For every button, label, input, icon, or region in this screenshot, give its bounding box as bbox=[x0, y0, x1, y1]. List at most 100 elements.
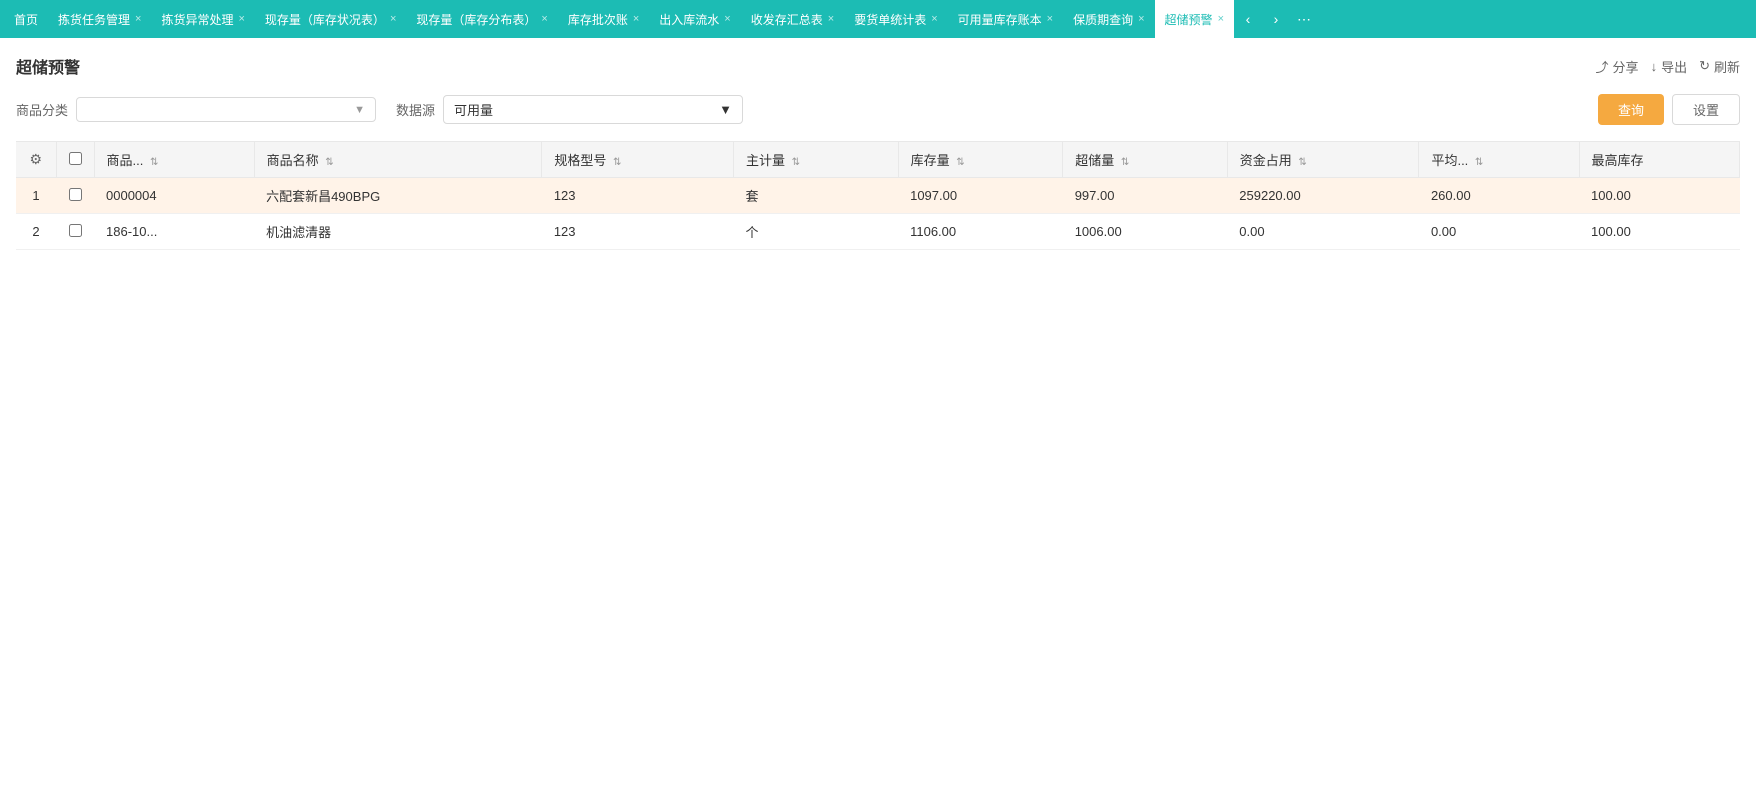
col-spec-label: 规格型号 bbox=[554, 153, 606, 168]
page-header: 超储预警 ⤴ 分享 ↓ 导出 ↻ 刷新 bbox=[16, 54, 1740, 78]
close-tab-overstock[interactable]: × bbox=[1218, 13, 1224, 25]
header-actions: ⤴ 分享 ↓ 导出 ↻ 刷新 bbox=[1596, 57, 1740, 76]
close-tab-stock-status[interactable]: × bbox=[390, 13, 396, 25]
row-checkbox-cell bbox=[56, 214, 94, 250]
datasource-select-value: 可用量 bbox=[454, 100, 493, 119]
sort-overstock: ⇅ bbox=[1121, 157, 1129, 168]
col-max-stock: 最高库存 bbox=[1579, 142, 1739, 178]
close-tab-quality[interactable]: × bbox=[1138, 13, 1144, 25]
row-checkbox-cell bbox=[56, 178, 94, 214]
tab-task[interactable]: 拣货任务管理 × bbox=[48, 0, 151, 38]
tab-avail[interactable]: 可用量库存账本 × bbox=[948, 0, 1063, 38]
col-unit-label: 主计量 bbox=[746, 153, 785, 168]
close-tab-avail[interactable]: × bbox=[1047, 13, 1053, 25]
share-button[interactable]: ⤴ 分享 bbox=[1596, 57, 1639, 76]
sort-unit: ⇅ bbox=[792, 157, 800, 168]
cell-stock: 1106.00 bbox=[898, 214, 1063, 250]
cell-product-name: 机油滤清器 bbox=[254, 214, 542, 250]
page-content: 超储预警 ⤴ 分享 ↓ 导出 ↻ 刷新 商品分类 ▼ 数据源 bbox=[0, 38, 1756, 800]
table-header-row: ⚙ 商品... ⇅ 商品名称 ⇅ 规格型号 ⇅ 主计量 bbox=[16, 142, 1740, 178]
tab-stock-status[interactable]: 现存量（库存状况表） × bbox=[255, 0, 406, 38]
cell-spec: 123 bbox=[542, 214, 734, 250]
sort-spec: ⇅ bbox=[613, 157, 621, 168]
cell-avg: 260.00 bbox=[1419, 178, 1579, 214]
cell-capital: 0.00 bbox=[1227, 214, 1419, 250]
close-tab-stock-dist[interactable]: × bbox=[541, 13, 547, 25]
datasource-dropdown-arrow: ▼ bbox=[719, 102, 732, 117]
close-tab-batch[interactable]: × bbox=[633, 13, 639, 25]
col-checkbox bbox=[56, 142, 94, 178]
sort-capital: ⇅ bbox=[1298, 157, 1306, 168]
col-capital-label: 资金占用 bbox=[1240, 153, 1292, 168]
gear-icon[interactable]: ⚙ bbox=[29, 151, 42, 167]
close-tab-inout[interactable]: × bbox=[724, 13, 730, 25]
cell-overstock: 1006.00 bbox=[1063, 214, 1228, 250]
tab-overstock[interactable]: 超储预警 × bbox=[1155, 0, 1234, 38]
sort-stock: ⇅ bbox=[956, 157, 964, 168]
settings-button[interactable]: 设置 bbox=[1672, 94, 1740, 125]
cell-max-stock: 100.00 bbox=[1579, 214, 1739, 250]
col-product-code-label: 商品... bbox=[107, 153, 144, 168]
data-table: ⚙ 商品... ⇅ 商品名称 ⇅ 规格型号 ⇅ 主计量 bbox=[16, 141, 1740, 250]
category-select[interactable]: ▼ bbox=[76, 97, 376, 122]
sort-product-name: ⇅ bbox=[325, 157, 333, 168]
cell-spec: 123 bbox=[542, 178, 734, 214]
close-tab-collect[interactable]: × bbox=[828, 13, 834, 25]
refresh-button[interactable]: ↻ 刷新 bbox=[1699, 57, 1740, 76]
select-all-checkbox[interactable] bbox=[69, 152, 82, 165]
export-button[interactable]: ↓ 导出 bbox=[1651, 57, 1688, 76]
cell-stock: 1097.00 bbox=[898, 178, 1063, 214]
tab-home[interactable]: 首页 bbox=[4, 0, 48, 38]
col-product-name-label: 商品名称 bbox=[267, 153, 319, 168]
table-row: 1 0000004 六配套新昌490BPG 123 套 1097.00 997.… bbox=[16, 178, 1740, 214]
tab-batch[interactable]: 库存批次账 × bbox=[558, 0, 649, 38]
share-icon: ⤴ bbox=[1596, 57, 1609, 76]
nav-next-arrow[interactable]: › bbox=[1262, 0, 1290, 38]
category-label: 商品分类 bbox=[16, 100, 68, 119]
query-button[interactable]: 查询 bbox=[1598, 94, 1664, 125]
col-stock[interactable]: 库存量 ⇅ bbox=[898, 142, 1063, 178]
cell-unit: 个 bbox=[734, 214, 899, 250]
col-product-name[interactable]: 商品名称 ⇅ bbox=[254, 142, 542, 178]
category-dropdown-arrow: ▼ bbox=[354, 104, 365, 116]
tab-quality[interactable]: 保质期查询 × bbox=[1063, 0, 1154, 38]
row-num: 2 bbox=[16, 214, 56, 250]
close-tab-task[interactable]: × bbox=[135, 13, 141, 25]
col-avg[interactable]: 平均... ⇅ bbox=[1419, 142, 1579, 178]
datasource-label: 数据源 bbox=[396, 100, 435, 119]
nav-more-arrow[interactable]: ⋯ bbox=[1290, 0, 1318, 38]
refresh-icon: ↻ bbox=[1699, 58, 1710, 74]
sort-avg: ⇅ bbox=[1475, 157, 1483, 168]
nav-prev-arrow[interactable]: ‹ bbox=[1234, 0, 1262, 38]
col-max-stock-label: 最高库存 bbox=[1592, 153, 1644, 168]
row-checkbox[interactable] bbox=[69, 188, 82, 201]
cell-max-stock: 100.00 bbox=[1579, 178, 1739, 214]
col-product-code[interactable]: 商品... ⇅ bbox=[94, 142, 254, 178]
tab-abnormal[interactable]: 拣货异常处理 × bbox=[151, 0, 254, 38]
datasource-filter: 数据源 可用量 ▼ bbox=[396, 95, 743, 124]
cell-unit: 套 bbox=[734, 178, 899, 214]
category-filter: 商品分类 ▼ bbox=[16, 97, 376, 122]
tab-stock-dist[interactable]: 现存量（库存分布表） × bbox=[406, 0, 557, 38]
cell-product-code: 186-10... bbox=[94, 214, 254, 250]
cell-overstock: 997.00 bbox=[1063, 178, 1228, 214]
cell-product-code: 0000004 bbox=[94, 178, 254, 214]
col-stock-label: 库存量 bbox=[911, 153, 950, 168]
close-tab-order-stat[interactable]: × bbox=[931, 13, 937, 25]
tab-inout[interactable]: 出入库流水 × bbox=[649, 0, 740, 38]
sort-product-code: ⇅ bbox=[150, 157, 158, 168]
tab-order-stat[interactable]: 要货单统计表 × bbox=[844, 0, 947, 38]
col-unit[interactable]: 主计量 ⇅ bbox=[734, 142, 899, 178]
datasource-select[interactable]: 可用量 ▼ bbox=[443, 95, 743, 124]
col-capital[interactable]: 资金占用 ⇅ bbox=[1227, 142, 1419, 178]
col-spec[interactable]: 规格型号 ⇅ bbox=[542, 142, 734, 178]
col-overstock-label: 超储量 bbox=[1075, 153, 1114, 168]
export-icon: ↓ bbox=[1651, 59, 1658, 74]
col-overstock[interactable]: 超储量 ⇅ bbox=[1063, 142, 1228, 178]
row-checkbox[interactable] bbox=[69, 224, 82, 237]
col-settings: ⚙ bbox=[16, 142, 56, 178]
close-tab-abnormal[interactable]: × bbox=[238, 13, 244, 25]
top-navigation: 首页 拣货任务管理 × 拣货异常处理 × 现存量（库存状况表） × 现存量（库存… bbox=[0, 0, 1756, 38]
tab-collect[interactable]: 收发存汇总表 × bbox=[741, 0, 844, 38]
row-num: 1 bbox=[16, 178, 56, 214]
